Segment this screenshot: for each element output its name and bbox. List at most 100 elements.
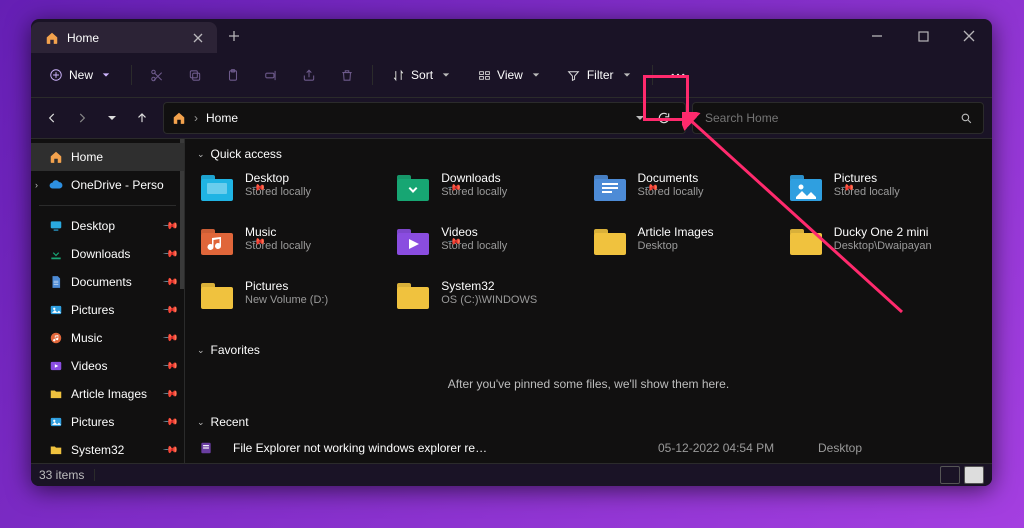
folder-icon [395, 173, 431, 203]
chevron-right-icon: › [35, 180, 38, 190]
quick-access-item[interactable]: Pictures Stored locally 📌 [788, 171, 978, 219]
pin-icon: 📌 [161, 442, 178, 459]
cut-button[interactable] [140, 60, 174, 90]
nav-item[interactable]: Pictures📌 [31, 408, 184, 436]
nav-item-label: Pictures [71, 303, 114, 317]
rename-button[interactable] [254, 60, 288, 90]
nav-onedrive[interactable]: › OneDrive - Perso [31, 171, 184, 199]
rename-icon [264, 68, 278, 82]
search-input[interactable] [703, 110, 959, 126]
nav-item[interactable]: Downloads📌 [31, 240, 184, 268]
search-box[interactable] [692, 102, 984, 134]
home-icon [49, 150, 63, 164]
chevron-down-icon[interactable] [633, 111, 647, 125]
navigation-pane: Home › OneDrive - Perso Desktop📌Download… [31, 139, 185, 463]
quick-access-item[interactable]: Downloads Stored locally 📌 [395, 171, 585, 219]
recent-header[interactable]: ⌄ Recent [185, 407, 992, 433]
new-label: New [69, 68, 93, 82]
ellipsis-icon [669, 68, 687, 82]
close-window-button[interactable] [946, 19, 992, 53]
nav-item[interactable]: Documents📌 [31, 268, 184, 296]
minimize-button[interactable] [854, 19, 900, 53]
quick-access-item[interactable]: Documents Stored locally 📌 [592, 171, 782, 219]
recent-label: Recent [211, 415, 249, 429]
nav-item-label: Music [71, 331, 102, 345]
nav-home[interactable]: Home [31, 143, 184, 171]
chevron-right-icon: › [194, 111, 198, 125]
folder-icon [788, 227, 824, 257]
view-button[interactable]: View [467, 60, 553, 90]
nav-item-label: Downloads [71, 247, 130, 261]
pin-icon: 📌 [161, 358, 178, 375]
status-bar: 33 items [31, 463, 992, 486]
up-button[interactable] [127, 103, 157, 133]
view-label: View [497, 68, 523, 82]
item-subtitle: Desktop\Dwaipayan [834, 239, 932, 253]
pin-icon: 📌 [161, 218, 178, 235]
folder-icon [49, 331, 63, 345]
sort-icon [391, 68, 405, 82]
chevron-down-icon [529, 68, 543, 82]
nav-item[interactable]: Article Images📌 [31, 380, 184, 408]
trash-icon [340, 68, 354, 82]
content-pane: ⌄ Quick access Desktop Stored locally 📌 … [185, 139, 992, 463]
more-button[interactable] [661, 60, 695, 90]
refresh-icon[interactable] [657, 111, 671, 125]
filter-button[interactable]: Filter [557, 60, 644, 90]
paste-button[interactable] [216, 60, 250, 90]
folder-icon [49, 219, 63, 233]
nav-home-label: Home [71, 150, 103, 164]
back-button[interactable] [37, 103, 67, 133]
sort-label: Sort [411, 68, 433, 82]
sort-button[interactable]: Sort [381, 60, 463, 90]
scissors-icon [150, 68, 164, 82]
folder-icon [592, 173, 628, 203]
recent-location: Desktop [818, 441, 978, 455]
history-dropdown[interactable] [97, 103, 127, 133]
details-view-button[interactable] [940, 466, 960, 484]
new-button[interactable]: New [39, 60, 123, 90]
body: Home › OneDrive - Perso Desktop📌Download… [31, 139, 992, 463]
item-subtitle: New Volume (D:) [245, 293, 328, 307]
folder-icon [49, 247, 63, 261]
nav-item[interactable]: System32📌 [31, 436, 184, 463]
nav-item[interactable]: Music 📌 [31, 324, 184, 352]
folder-icon [395, 281, 431, 311]
favorites-empty-text: After you've pinned some files, we'll sh… [185, 361, 992, 407]
folder-icon [199, 173, 235, 203]
clipboard-icon [226, 68, 240, 82]
file-icon [199, 441, 213, 455]
item-name: Pictures [245, 279, 328, 293]
item-subtitle: OS (C:)\WINDOWS [441, 293, 537, 307]
delete-button[interactable] [330, 60, 364, 90]
share-button[interactable] [292, 60, 326, 90]
tiles-view-button[interactable] [964, 466, 984, 484]
pin-icon: 📌 [161, 302, 178, 319]
favorites-header[interactable]: ⌄ Favorites [185, 335, 992, 361]
quick-access-header[interactable]: ⌄ Quick access [185, 139, 992, 165]
nav-item[interactable]: Videos📌 [31, 352, 184, 380]
folder-icon [395, 227, 431, 257]
folder-icon [788, 173, 824, 203]
chevron-down-icon: ⌄ [197, 149, 205, 160]
chevron-down-icon: ⌄ [197, 345, 205, 356]
filter-label: Filter [587, 68, 614, 82]
command-bar: New Sort View Filter [31, 53, 992, 98]
chevron-down-icon [99, 68, 113, 82]
recent-item[interactable]: File Explorer not working windows explor… [199, 433, 978, 463]
copy-button[interactable] [178, 60, 212, 90]
forward-button[interactable] [67, 103, 97, 133]
quick-access-item[interactable]: Desktop Stored locally 📌 [199, 171, 389, 219]
folder-icon [49, 275, 63, 289]
nav-item[interactable]: Desktop📌 [31, 212, 184, 240]
nav-item[interactable]: Pictures 📌 [31, 296, 184, 324]
maximize-button[interactable] [900, 19, 946, 53]
address-bar[interactable]: › Home [163, 102, 686, 134]
new-tab-button[interactable] [217, 19, 251, 53]
tab-home[interactable]: Home [31, 22, 217, 53]
chevron-down-icon [439, 68, 453, 82]
close-tab-icon[interactable] [191, 31, 205, 45]
nav-item-label: Documents [71, 275, 132, 289]
pin-icon: 📌 [161, 330, 178, 347]
nav-onedrive-label: OneDrive - Perso [71, 178, 164, 192]
